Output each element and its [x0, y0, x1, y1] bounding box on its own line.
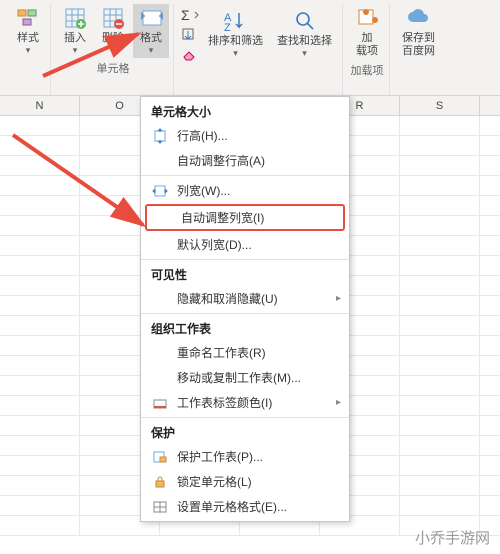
addins-button[interactable]: 加 载项 [349, 4, 385, 60]
delete-icon [101, 6, 125, 30]
styles-label: 样式 [17, 32, 39, 45]
find-icon [293, 9, 317, 33]
sort-filter-icon: AZ [224, 9, 248, 33]
chevron-down-icon: ▾ [302, 48, 307, 59]
menu-label: 列宽(W)... [177, 182, 341, 199]
separator [141, 313, 349, 314]
section-organize-sheets: 组织工作表 [141, 316, 349, 340]
menu-label: 重命名工作表(R) [177, 344, 341, 361]
menu-label: 移动或复制工作表(M)... [177, 369, 341, 386]
clear-icon[interactable] [180, 46, 200, 64]
insert-button[interactable]: 插入 ▾ [57, 4, 93, 58]
menu-label: 自动调整列宽(I) [181, 209, 337, 226]
chevron-down-icon: ▾ [233, 48, 238, 59]
menu-label: 自动调整行高(A) [177, 152, 341, 169]
row-height-icon [151, 128, 169, 144]
format-cells-icon [151, 499, 169, 515]
insert-label: 插入 [64, 32, 86, 45]
section-protection: 保护 [141, 420, 349, 444]
format-button[interactable]: 格式 ▾ [133, 4, 169, 58]
group-label-cells: 单元格 [97, 58, 130, 80]
col-width-icon [151, 183, 169, 199]
menu-label: 保护工作表(P)... [177, 448, 341, 465]
section-cell-size: 单元格大小 [141, 99, 349, 123]
format-label: 格式 [140, 32, 162, 45]
section-visibility: 可见性 [141, 262, 349, 286]
protect-sheet-icon [151, 449, 169, 465]
sort-filter-label: 排序和筛选 [208, 35, 263, 48]
format-dropdown: 单元格大小 行高(H)... 自动调整行高(A) 列宽(W)... 自动调整列宽… [140, 96, 350, 522]
sort-filter-button[interactable]: AZ 排序和筛选 ▾ [202, 4, 269, 64]
ribbon: 样式 ▾ 插入 ▾ 删除 ▾ [0, 0, 500, 96]
delete-button[interactable]: 删除 ▾ [95, 4, 131, 58]
menu-autofit-row-height[interactable]: 自动调整行高(A) [141, 148, 349, 173]
col-header[interactable]: N [0, 96, 80, 115]
menu-label: 工作表标签颜色(I) [177, 394, 328, 411]
menu-autofit-column-width[interactable]: 自动调整列宽(I) [145, 204, 345, 231]
cloud-save-icon [407, 6, 431, 30]
styles-button[interactable]: 样式 ▾ [10, 4, 46, 58]
menu-label: 隐藏和取消隐藏(U) [177, 290, 328, 307]
save-baidu-label: 保存到 百度网 [402, 32, 435, 58]
styles-icon [16, 6, 40, 30]
watermark: 小乔手游网 [415, 527, 490, 548]
menu-row-height[interactable]: 行高(H)... [141, 123, 349, 148]
ribbon-group-cells: 插入 ▾ 删除 ▾ 格式 ▾ 单元格 [53, 4, 174, 95]
menu-column-width[interactable]: 列宽(W)... [141, 178, 349, 203]
menu-format-cells[interactable]: 设置单元格格式(E)... [141, 494, 349, 519]
chevron-down-icon: ▾ [73, 45, 78, 56]
ribbon-group-editing: Σ AZ 排序和筛选 ▾ 查找和选择 ▾ [176, 4, 343, 95]
separator [141, 417, 349, 418]
find-select-label: 查找和选择 [277, 35, 332, 48]
col-header[interactable]: S [400, 96, 480, 115]
menu-label: 行高(H)... [177, 127, 341, 144]
lock-icon [151, 474, 169, 490]
menu-label: 设置单元格格式(E)... [177, 498, 341, 515]
menu-default-width[interactable]: 默认列宽(D)... [141, 232, 349, 257]
menu-label: 默认列宽(D)... [177, 236, 341, 253]
menu-hide-unhide[interactable]: 隐藏和取消隐藏(U) ▸ [141, 286, 349, 311]
menu-rename-sheet[interactable]: 重命名工作表(R) [141, 340, 349, 365]
menu-move-copy-sheet[interactable]: 移动或复制工作表(M)... [141, 365, 349, 390]
ribbon-group-save: 保存到 百度网 [392, 4, 445, 95]
menu-protect-sheet[interactable]: 保护工作表(P)... [141, 444, 349, 469]
submenu-arrow-icon: ▸ [336, 397, 341, 408]
delete-label: 删除 [102, 32, 124, 45]
find-select-button[interactable]: 查找和选择 ▾ [271, 4, 338, 64]
insert-icon [63, 6, 87, 30]
chevron-down-icon: ▾ [26, 45, 31, 56]
format-icon [139, 6, 163, 30]
svg-text:Z: Z [224, 22, 231, 33]
svg-text:Σ: Σ [181, 7, 190, 23]
ribbon-group-styles: 样式 ▾ [6, 4, 51, 95]
submenu-arrow-icon: ▸ [336, 293, 341, 304]
addins-label: 加 载项 [356, 32, 378, 58]
tab-color-icon [151, 395, 169, 411]
group-label-addins: 加载项 [351, 60, 384, 82]
fill-icon[interactable] [180, 26, 200, 44]
menu-label: 锁定单元格(L) [177, 473, 341, 490]
save-baidu-button[interactable]: 保存到 百度网 [396, 4, 441, 60]
ribbon-group-addins: 加 载项 加载项 [345, 4, 390, 95]
chevron-down-icon: ▾ [111, 45, 116, 56]
separator [141, 175, 349, 176]
chevron-down-icon: ▾ [149, 45, 154, 56]
autosum-icon[interactable]: Σ [180, 6, 200, 24]
addins-icon [355, 6, 379, 30]
menu-lock-cell[interactable]: 锁定单元格(L) [141, 469, 349, 494]
menu-tab-color[interactable]: 工作表标签颜色(I) ▸ [141, 390, 349, 415]
separator [141, 259, 349, 260]
